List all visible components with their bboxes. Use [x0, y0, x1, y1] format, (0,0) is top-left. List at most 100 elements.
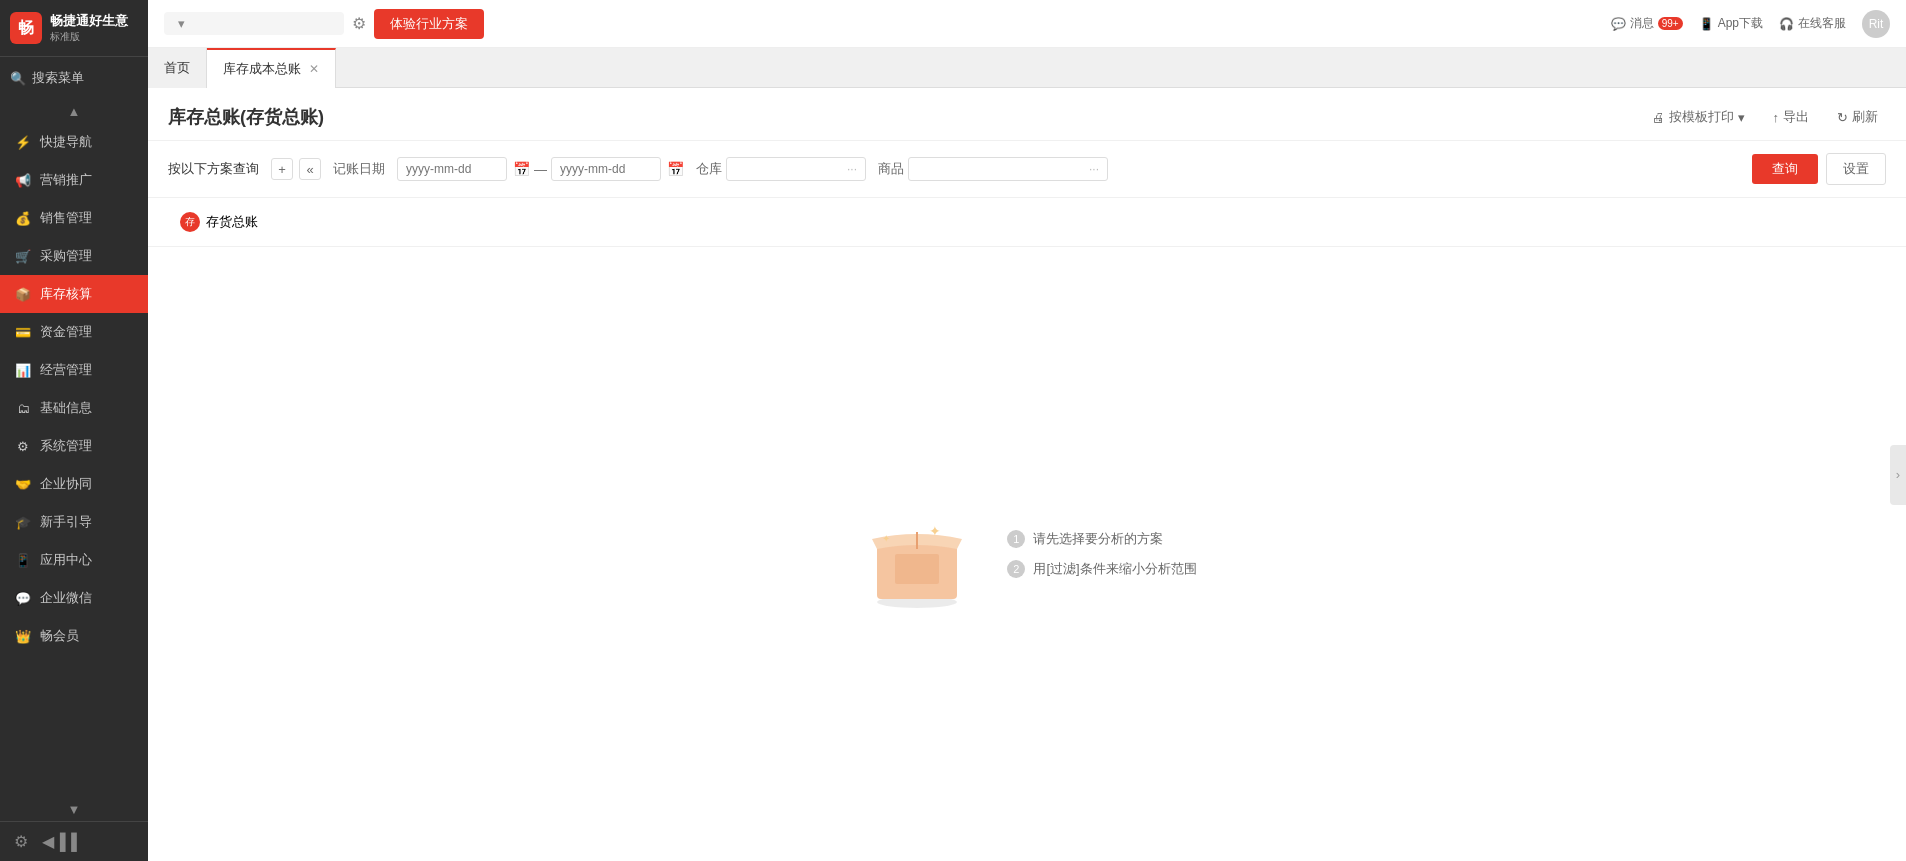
- sidebar-item-finance[interactable]: 💳 资金管理: [0, 313, 148, 351]
- tip-item-1: 1 请先选择要分析的方案: [1007, 530, 1196, 548]
- svg-rect-3: [895, 554, 939, 584]
- base-info-icon: 🗂: [14, 399, 32, 417]
- tab-inventory-cost-label: 库存成本总账: [223, 60, 301, 78]
- sidebar-item-label: 采购管理: [40, 247, 92, 265]
- sidebar-scroll-down[interactable]: ▼: [0, 797, 148, 821]
- wechat-icon: 💬: [14, 589, 32, 607]
- purchase-icon: 🛒: [14, 247, 32, 265]
- filter-scheme-label: 按以下方案查询: [168, 160, 259, 178]
- app-name: 畅捷通好生意: [50, 13, 128, 30]
- sidebar-item-label: 经营管理: [40, 361, 92, 379]
- print-template-button[interactable]: 🖨 按模板打印 ▾: [1644, 104, 1753, 130]
- search-menu-button[interactable]: 🔍 搜索菜单: [10, 65, 138, 91]
- tab-close-icon[interactable]: ✕: [309, 62, 319, 76]
- date-start-input[interactable]: [397, 157, 507, 181]
- scheme-item-label: 存货总账: [206, 213, 258, 231]
- user-name-display: Rit: [1869, 17, 1884, 31]
- right-panel-toggle[interactable]: ›: [1890, 445, 1906, 505]
- filter-right-actions: 查询 设置: [1752, 153, 1886, 185]
- sidebar-item-label: 销售管理: [40, 209, 92, 227]
- warehouse-more-icon[interactable]: ···: [847, 162, 857, 176]
- sidebar-item-member[interactable]: 👑 畅会员: [0, 617, 148, 655]
- tab-home-label: 首页: [164, 59, 190, 77]
- panel-toggle-icon: ›: [1896, 467, 1900, 482]
- sidebar-item-coop[interactable]: 🤝 企业协同: [0, 465, 148, 503]
- tip-item-2: 2 用[过滤]条件来缩小分析范围: [1007, 560, 1196, 578]
- sidebar-item-operation[interactable]: 📊 经营管理: [0, 351, 148, 389]
- quick-nav-icon: ⚡: [14, 133, 32, 151]
- settings-button[interactable]: 设置: [1826, 153, 1886, 185]
- coop-icon: 🤝: [14, 475, 32, 493]
- sidebar-item-app-center[interactable]: 📱 应用中心: [0, 541, 148, 579]
- sidebar-item-purchase[interactable]: 🛒 采购管理: [0, 237, 148, 275]
- date-end-input[interactable]: [551, 157, 661, 181]
- sidebar-item-sales[interactable]: 💰 销售管理: [0, 199, 148, 237]
- system-icon: ⚙: [14, 437, 32, 455]
- empty-box-svg: ✦ ✦: [857, 494, 977, 614]
- sidebar-item-label: 畅会员: [40, 627, 79, 645]
- query-button[interactable]: 查询: [1752, 154, 1818, 184]
- print-icon: 🖨: [1652, 110, 1665, 125]
- app-download-button[interactable]: 📱 App下载: [1699, 15, 1763, 32]
- audio-footer-icon[interactable]: ◀▐▐: [42, 832, 77, 851]
- topbar-search-area[interactable]: ▾: [164, 12, 344, 35]
- marketing-icon: 📢: [14, 171, 32, 189]
- tip-text-2: 用[过滤]条件来缩小分析范围: [1033, 560, 1196, 578]
- sidebar-item-wechat[interactable]: 💬 企业微信: [0, 579, 148, 617]
- sidebar-scroll-up[interactable]: ▲: [0, 99, 148, 123]
- calendar-start-icon[interactable]: 📅: [513, 161, 530, 177]
- tab-inventory-cost[interactable]: 库存成本总账 ✕: [207, 48, 336, 88]
- message-button[interactable]: 💬 消息 99+: [1611, 15, 1683, 32]
- page-header-actions: 🖨 按模板打印 ▾ ↑ 导出 ↻ 刷新: [1644, 104, 1887, 130]
- online-service-button[interactable]: 🎧 在线客服: [1779, 15, 1846, 32]
- sidebar-item-quick-nav[interactable]: ⚡ 快捷导航: [0, 123, 148, 161]
- export-button[interactable]: ↑ 导出: [1765, 104, 1818, 130]
- product-label: 商品: [878, 160, 904, 178]
- app-version: 标准版: [50, 30, 128, 43]
- product-more-icon[interactable]: ···: [1089, 162, 1099, 176]
- settings-footer-icon[interactable]: ⚙: [14, 832, 28, 851]
- add-scheme-button[interactable]: +: [271, 158, 293, 180]
- topbar-gear-icon[interactable]: ⚙: [352, 14, 366, 33]
- sidebar-item-label: 基础信息: [40, 399, 92, 417]
- tab-home[interactable]: 首页: [148, 48, 207, 88]
- finance-icon: 💳: [14, 323, 32, 341]
- topbar-dropdown-icon[interactable]: ▾: [178, 16, 185, 31]
- sidebar-item-label: 系统管理: [40, 437, 92, 455]
- sidebar-item-inventory[interactable]: 📦 库存核算: [0, 275, 148, 313]
- tip-number-2: 2: [1007, 560, 1025, 578]
- footer-actions: ⚙ ◀▐▐: [14, 832, 77, 851]
- collapse-scheme-button[interactable]: «: [299, 158, 321, 180]
- empty-tips: 1 请先选择要分析的方案 2 用[过滤]条件来缩小分析范围: [1007, 530, 1196, 578]
- scheme-item-inventory-ledger[interactable]: 存 存货总账: [168, 206, 270, 238]
- empty-illustration: ✦ ✦: [857, 494, 977, 614]
- product-filter-group: 商品 ···: [878, 157, 1108, 181]
- sidebar-item-guide[interactable]: 🎓 新手引导: [0, 503, 148, 541]
- refresh-button[interactable]: ↻ 刷新: [1829, 104, 1886, 130]
- user-avatar[interactable]: Rit: [1862, 10, 1890, 38]
- warehouse-select[interactable]: ···: [726, 157, 866, 181]
- message-icon: 💬: [1611, 17, 1626, 31]
- sidebar-item-label: 快捷导航: [40, 133, 92, 151]
- page-header: 库存总账(存货总账) 🖨 按模板打印 ▾ ↑ 导出 ↻ 刷新: [148, 88, 1906, 141]
- scheme-section: 存 存货总账: [148, 198, 1906, 247]
- industry-solution-button[interactable]: 体验行业方案: [374, 9, 484, 39]
- sidebar-item-base-info[interactable]: 🗂 基础信息: [0, 389, 148, 427]
- app-center-icon: 📱: [14, 551, 32, 569]
- calendar-end-icon[interactable]: 📅: [667, 161, 684, 177]
- sidebar-item-label: 应用中心: [40, 551, 92, 569]
- date-separator: —: [534, 162, 547, 177]
- warehouse-filter-group: 仓库 ···: [696, 157, 866, 181]
- sidebar-item-system[interactable]: ⚙ 系统管理: [0, 427, 148, 465]
- topbar-right: 💬 消息 99+ 📱 App下载 🎧 在线客服 Rit: [1611, 10, 1890, 38]
- print-dropdown-icon[interactable]: ▾: [1738, 110, 1745, 125]
- product-select[interactable]: ···: [908, 157, 1108, 181]
- sidebar-item-marketing[interactable]: 📢 营销推广: [0, 161, 148, 199]
- date-field-label: 记账日期: [333, 160, 385, 178]
- sidebar-footer: ⚙ ◀▐▐: [0, 821, 148, 861]
- inventory-icon: 📦: [14, 285, 32, 303]
- app-logo: 畅 畅捷通好生意 标准版: [0, 0, 148, 57]
- sidebar-nav: ⚡ 快捷导航 📢 营销推广 💰 销售管理 🛒 采购管理 📦 库存核算 💳 资金管…: [0, 123, 148, 797]
- sidebar: 畅 畅捷通好生意 标准版 🔍 搜索菜单 ▲ ⚡ 快捷导航 📢 营销推广 💰 销售…: [0, 0, 148, 861]
- sales-icon: 💰: [14, 209, 32, 227]
